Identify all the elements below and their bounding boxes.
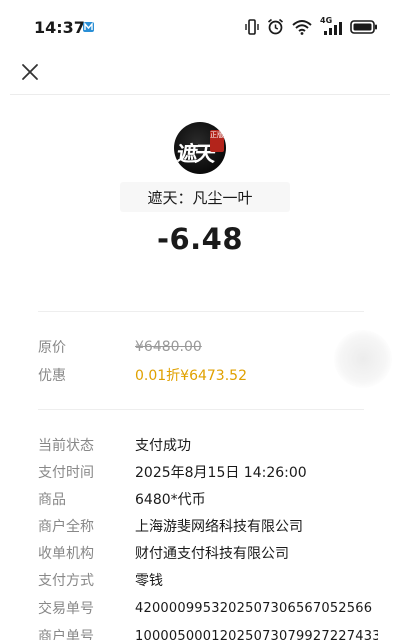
detail-label: 交易单号 [38, 601, 94, 617]
detail-label: 支付时间 [38, 465, 94, 481]
detail-value: 财付通支付科技有限公司 [135, 546, 289, 562]
detail-value: 上海游斐网络科技有限公司 [135, 519, 303, 535]
detail-value: 2025年8月15日 14:26:00 [135, 465, 307, 481]
detail-label: 商品 [38, 492, 66, 508]
discount-label: 优惠 [38, 368, 66, 384]
detail-row-product: 商品 6480*代币 [38, 489, 378, 509]
detail-label: 商户全称 [38, 519, 94, 535]
merchant-name[interactable]: 遮天：凡尘一叶 [0, 187, 400, 208]
alarm-icon [267, 18, 284, 35]
detail-row-transaction-id: 交易单号 4200009953202507306567052566 [38, 598, 378, 618]
avatar-badge: 正版 [210, 130, 224, 152]
discount-row: 优惠 0.01折¥6473.52 [38, 365, 378, 385]
original-price-row: 原价 ¥6480.00 [38, 337, 378, 357]
payment-amount: -6.48 [156, 222, 244, 256]
original-price-label: 原价 [38, 340, 66, 356]
status-time: 14:37 [34, 18, 85, 37]
detail-row-merchant: 商户全称 上海游斐网络科技有限公司 [38, 516, 378, 536]
detail-label: 收单机构 [38, 546, 94, 562]
signal-4g-icon: 4G [320, 16, 342, 35]
detail-value[interactable]: 10000500012025073079927227433 [135, 629, 378, 640]
detail-value: 支付成功 [135, 438, 191, 454]
detail-row-pay-time: 支付时间 2025年8月15日 14:26:00 [38, 462, 378, 482]
discount-value: 0.01折¥6473.52 [135, 368, 247, 384]
vibrate-icon [245, 18, 259, 35]
detail-value: 零钱 [135, 573, 163, 589]
section-divider [38, 409, 364, 410]
battery-icon [350, 19, 377, 34]
wifi-icon [292, 19, 312, 35]
detail-label: 支付方式 [38, 573, 94, 589]
app-notification-icon [83, 22, 94, 32]
detail-row-pay-method: 支付方式 零钱 [38, 570, 378, 590]
detail-value[interactable]: 4200009953202507306567052566 [135, 601, 372, 616]
detail-value: 6480*代币 [135, 492, 206, 508]
detail-row-status: 当前状态 支付成功 [38, 435, 378, 455]
close-icon[interactable] [18, 60, 42, 84]
detail-row-acquirer: 收单机构 财付通支付科技有限公司 [38, 543, 378, 563]
status-bar: 14:37 4G [0, 0, 400, 56]
detail-row-merchant-order-id: 商户单号 10000500012025073079927227433 [38, 626, 378, 640]
status-icons: 4G [245, 16, 378, 35]
detail-label: 当前状态 [38, 438, 94, 454]
nav-divider [10, 94, 390, 95]
merchant-avatar: 遮天 正版 [174, 122, 226, 174]
section-divider [38, 311, 364, 312]
detail-label: 商户单号 [38, 629, 94, 640]
original-price-value: ¥6480.00 [135, 339, 202, 355]
floating-assistant-button[interactable] [334, 330, 392, 388]
